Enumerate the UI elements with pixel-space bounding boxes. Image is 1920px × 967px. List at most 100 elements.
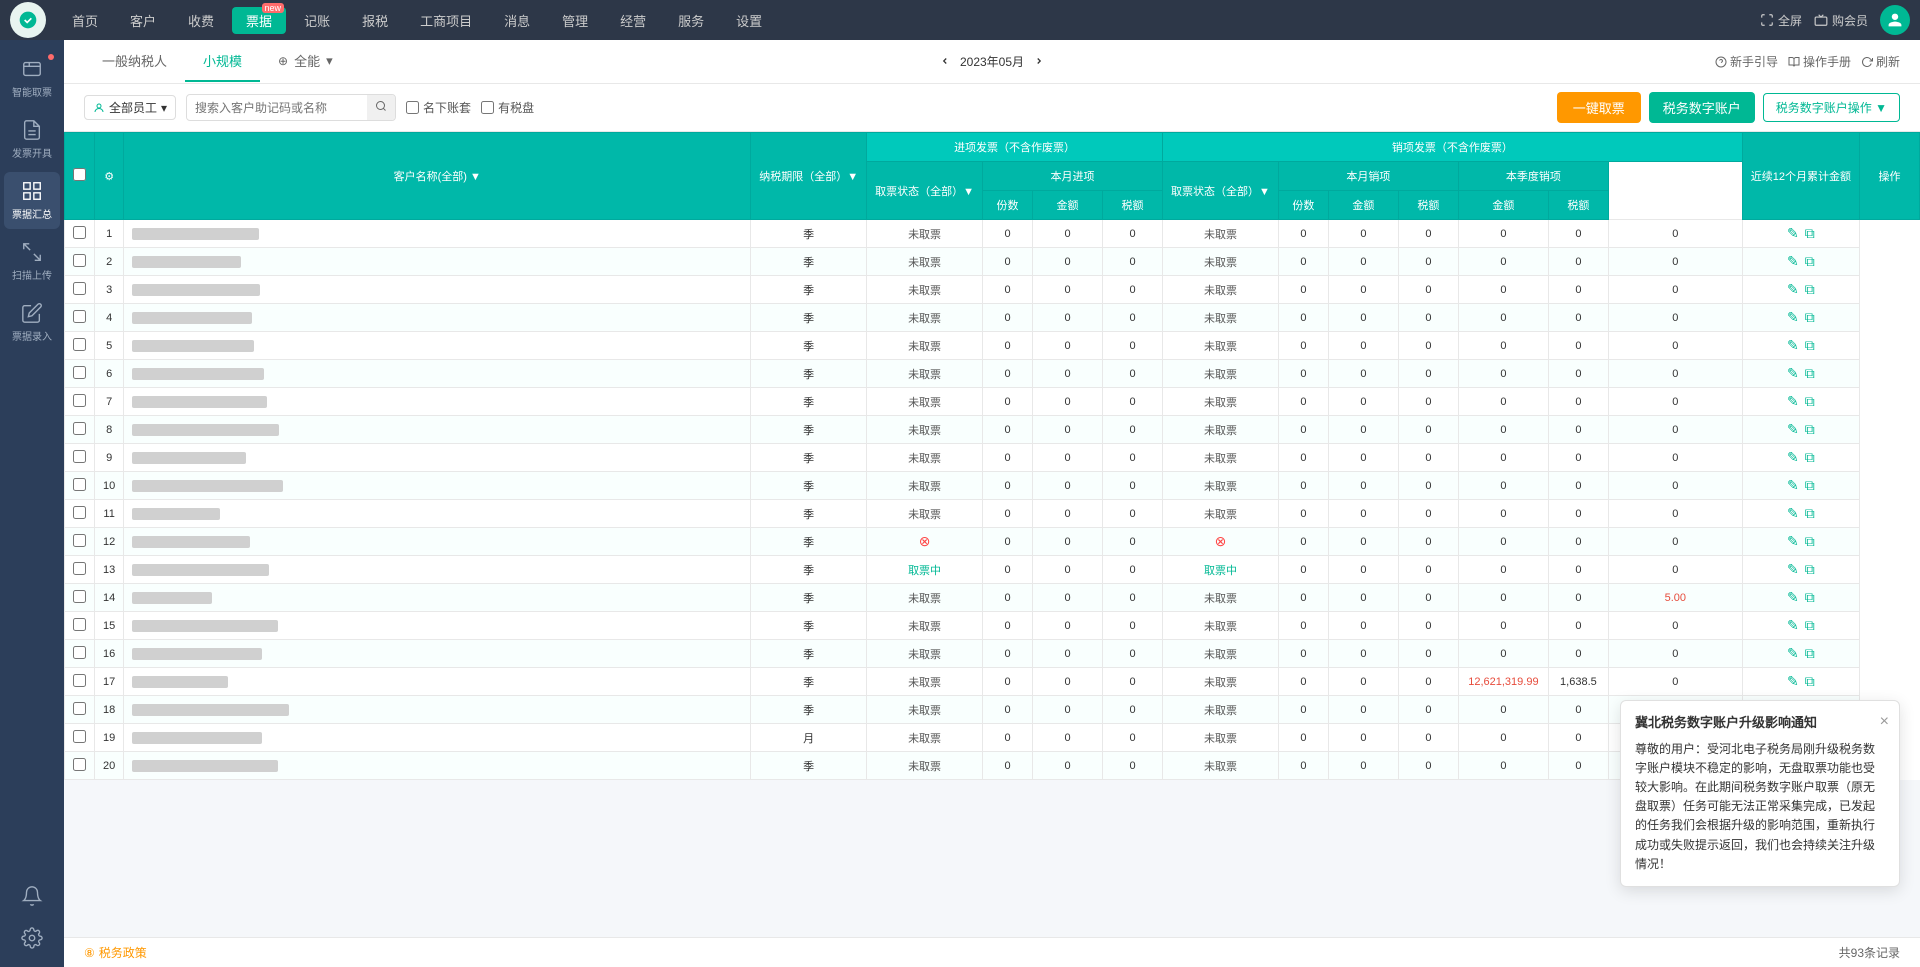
sidebar-item-scan-upload[interactable]: 扫描上传	[4, 233, 60, 290]
nav-tax[interactable]: 报税	[348, 7, 402, 34]
user-avatar[interactable]	[1880, 5, 1910, 35]
edit-icon[interactable]: ✎	[1787, 365, 1799, 382]
copy-icon[interactable]: ⧉	[1805, 533, 1815, 550]
nav-service[interactable]: 服务	[664, 7, 718, 34]
row-actions: ✎ ⧉	[1742, 248, 1859, 276]
tab-small-scale[interactable]: 小规模	[185, 41, 260, 82]
account-filter-checkbox[interactable]	[406, 101, 419, 114]
sub-tabs-actions: 新手引导 操作手册 刷新	[1715, 53, 1900, 70]
edit-icon[interactable]: ✎	[1787, 393, 1799, 410]
table-row: 13 季 取票中 0 0 0 取票中 0 0 0 0 0 0 ✎ ⧉	[65, 556, 1920, 584]
copy-icon[interactable]: ⧉	[1805, 253, 1815, 270]
row-season-amount: 0	[1458, 332, 1548, 360]
edit-icon[interactable]: ✎	[1787, 449, 1799, 466]
edit-icon[interactable]: ✎	[1787, 225, 1799, 242]
row-out-status: 未取票	[1163, 304, 1279, 332]
nav-bookkeeping[interactable]: 记账	[290, 7, 344, 34]
app-logo[interactable]	[10, 2, 46, 38]
copy-icon[interactable]: ⧉	[1805, 505, 1815, 522]
period-nav: 2023年05月	[940, 53, 1044, 70]
sidebar-item-gear[interactable]	[4, 919, 60, 957]
notification-close-button[interactable]: ×	[1880, 709, 1889, 735]
tab-all-capable[interactable]: ⊕ 全能 ▾	[260, 41, 351, 82]
row-in-tax: 0	[1103, 724, 1163, 752]
nav-invoice[interactable]: 票据 new	[232, 7, 286, 34]
row-client-name	[124, 304, 751, 332]
nav-business[interactable]: 工商项目	[406, 7, 486, 34]
select-all-checkbox[interactable]	[73, 168, 86, 181]
row-out-amount: 0	[1328, 220, 1398, 248]
edit-icon[interactable]: ✎	[1787, 617, 1799, 634]
row-in-tax: 0	[1103, 472, 1163, 500]
tax-disk-filter-checkbox[interactable]	[481, 101, 494, 114]
prev-period-button[interactable]	[940, 55, 950, 69]
digital-account-button[interactable]: 税务数字账户	[1649, 92, 1755, 123]
row-actions: ✎ ⧉	[1742, 668, 1859, 696]
row-out-tax: 0	[1398, 332, 1458, 360]
row-out-status: 未取票	[1163, 416, 1279, 444]
employee-select[interactable]: 全部员工 ▾	[84, 95, 176, 120]
edit-icon[interactable]: ✎	[1787, 421, 1799, 438]
copy-icon[interactable]: ⧉	[1805, 449, 1815, 466]
tax-disk-filter-label[interactable]: 有税盘	[481, 99, 534, 116]
copy-icon[interactable]: ⧉	[1805, 337, 1815, 354]
copy-icon[interactable]: ⧉	[1805, 589, 1815, 606]
edit-icon[interactable]: ✎	[1787, 337, 1799, 354]
sidebar-item-ticket-entry[interactable]: 票据录入	[4, 294, 60, 351]
copy-icon[interactable]: ⧉	[1805, 225, 1815, 242]
edit-icon[interactable]: ✎	[1787, 505, 1799, 522]
toolbar: 全部员工 ▾ 名下账套 有税盘 一键取票 税务数字账户	[64, 84, 1920, 132]
manual-link[interactable]: 操作手册	[1788, 53, 1851, 70]
sidebar-item-ticket-summary[interactable]: 票据汇总	[4, 172, 60, 229]
row-client-name	[124, 500, 751, 528]
account-filter-label[interactable]: 名下账套	[406, 99, 471, 116]
one-click-ticket-button[interactable]: 一键取票	[1557, 92, 1641, 123]
fullscreen-button[interactable]: 全屏	[1760, 12, 1802, 29]
sidebar-item-smart-ticket[interactable]: 智能取票	[4, 50, 60, 107]
copy-icon[interactable]: ⧉	[1805, 561, 1815, 578]
row-out-count: 0	[1278, 724, 1328, 752]
sidebar-item-bell[interactable]	[4, 877, 60, 915]
nav-operation[interactable]: 经营	[606, 7, 660, 34]
nav-fee[interactable]: 收费	[174, 7, 228, 34]
copy-icon[interactable]: ⧉	[1805, 281, 1815, 298]
copy-icon[interactable]: ⧉	[1805, 673, 1815, 690]
edit-icon[interactable]: ✎	[1787, 281, 1799, 298]
nav-home[interactable]: 首页	[58, 7, 112, 34]
copy-icon[interactable]: ⧉	[1805, 477, 1815, 494]
row-in-amount: 0	[1033, 416, 1103, 444]
edit-icon[interactable]: ✎	[1787, 253, 1799, 270]
search-input[interactable]	[187, 97, 367, 119]
nav-manage[interactable]: 管理	[548, 7, 602, 34]
search-button[interactable]	[367, 95, 395, 120]
copy-icon[interactable]: ⧉	[1805, 365, 1815, 382]
nav-client[interactable]: 客户	[116, 7, 170, 34]
nav-settings[interactable]: 设置	[722, 7, 776, 34]
digital-account-op-button[interactable]: 税务数字账户操作 ▼	[1763, 93, 1900, 122]
edit-icon[interactable]: ✎	[1787, 561, 1799, 578]
row-in-tax: 0	[1103, 584, 1163, 612]
tax-policy-link[interactable]: ⑧ 税务政策	[84, 944, 147, 961]
refresh-link[interactable]: 刷新	[1861, 53, 1900, 70]
copy-icon[interactable]: ⧉	[1805, 421, 1815, 438]
row-in-count: 0	[983, 640, 1033, 668]
tab-general-taxpayer[interactable]: 一般纳税人	[84, 41, 185, 82]
edit-icon[interactable]: ✎	[1787, 477, 1799, 494]
copy-icon[interactable]: ⧉	[1805, 393, 1815, 410]
copy-icon[interactable]: ⧉	[1805, 309, 1815, 326]
edit-icon[interactable]: ✎	[1787, 589, 1799, 606]
sidebar-item-invoice-open[interactable]: 发票开具	[4, 111, 60, 168]
copy-icon[interactable]: ⧉	[1805, 617, 1815, 634]
edit-icon[interactable]: ✎	[1787, 673, 1799, 690]
row-in-count: 0	[983, 248, 1033, 276]
copy-icon[interactable]: ⧉	[1805, 645, 1815, 662]
next-period-button[interactable]	[1034, 55, 1044, 69]
edit-icon[interactable]: ✎	[1787, 309, 1799, 326]
guide-link[interactable]: 新手引导	[1715, 53, 1778, 70]
edit-icon[interactable]: ✎	[1787, 645, 1799, 662]
edit-icon[interactable]: ✎	[1787, 533, 1799, 550]
nav-message[interactable]: 消息	[490, 7, 544, 34]
vip-button[interactable]: 购会员	[1814, 12, 1868, 29]
chevron-down-icon: ▾	[161, 101, 167, 115]
sidebar-ticket-summary-label: 票据汇总	[12, 206, 52, 221]
